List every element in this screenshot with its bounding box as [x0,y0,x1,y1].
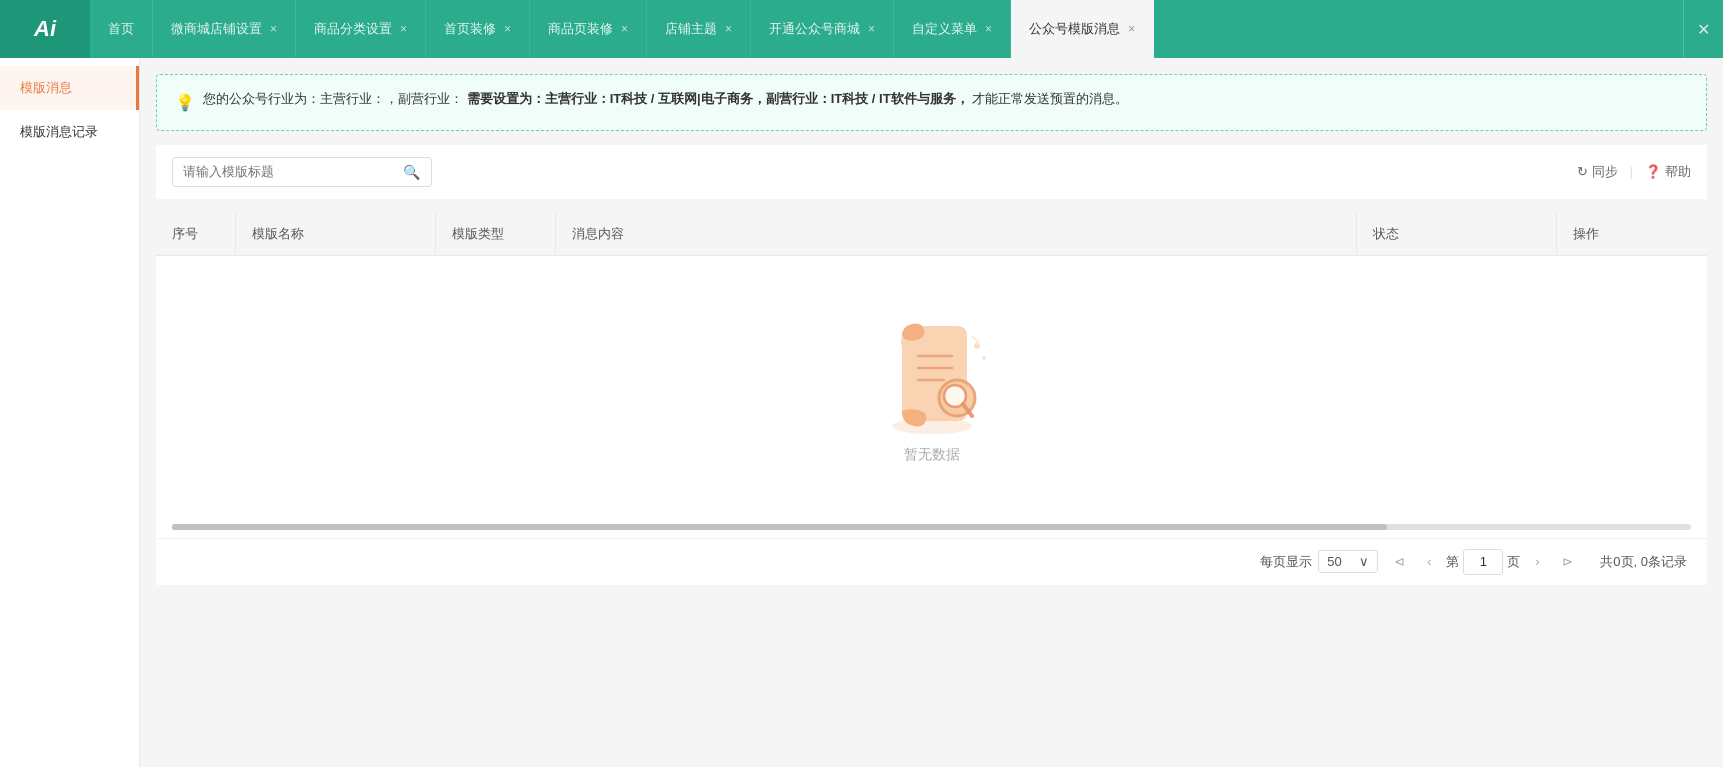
col-action: 操作 [1557,213,1707,255]
help-label: 帮助 [1665,163,1691,181]
notice-prefix: 您的公众号行业为：主营行业：，副营行业： [203,91,463,106]
sync-icon: ↻ [1577,164,1588,179]
sync-label: 同步 [1592,163,1618,181]
sidebar: 模版消息 模版消息记录 [0,58,140,767]
sync-button[interactable]: ↻ 同步 [1577,163,1618,181]
top-nav: Ai 首页 微商城店铺设置 × 商品分类设置 × 首页装修 × 商品页装修 × … [0,0,1723,58]
tab-productpage-close[interactable]: × [621,22,628,36]
pagination-buttons: ⊲ ‹ 第 页 › ⊳ [1386,549,1580,575]
svg-point-8 [982,356,986,360]
toolbar-right: ↻ 同步 | ❓ 帮助 [1577,163,1691,181]
search-button[interactable]: 🔍 [393,158,430,186]
col-status: 状态 [1357,213,1557,255]
tab-home[interactable]: 首页 [90,0,153,58]
tab-opencenter-label: 开通公众号商城 [769,20,860,38]
tab-opencenter[interactable]: 开通公众号商城 × [751,0,894,58]
notice-text: 您的公众号行业为：主营行业：，副营行业： 需要设置为：主营行业：IT科技 / 互… [203,89,1128,110]
tab-templatemsg-label: 公众号模版消息 [1029,20,1120,38]
help-icon: ❓ [1645,164,1661,179]
page-label-after: 页 [1507,553,1520,571]
dropdown-icon: ∨ [1359,554,1369,569]
sidebar-item-template-msg-label: 模版消息 [20,79,72,97]
notice-suffix: 才能正常发送预置的消息。 [972,91,1128,106]
page-label-before: 第 [1446,553,1459,571]
tab-homepage[interactable]: 首页装修 × [426,0,530,58]
tab-category-label: 商品分类设置 [314,20,392,38]
tab-category-close[interactable]: × [400,22,407,36]
page-number-input[interactable] [1463,549,1503,575]
toolbar-divider: | [1630,164,1633,179]
first-page-button[interactable]: ⊲ [1386,549,1412,575]
tab-wshop-label: 微商城店铺设置 [171,20,262,38]
toolbar: 🔍 ↻ 同步 | ❓ 帮助 [156,145,1707,199]
tab-wshop-close[interactable]: × [270,22,277,36]
last-page-button[interactable]: ⊳ [1554,549,1580,575]
tab-productpage-label: 商品页装修 [548,20,613,38]
tab-opencenter-close[interactable]: × [868,22,875,36]
prev-page-button[interactable]: ‹ [1416,549,1442,575]
page-size-value: 50 [1327,554,1341,569]
empty-illustration [872,316,992,446]
tab-category[interactable]: 商品分类设置 × [296,0,426,58]
notice-icon: 💡 [175,90,195,116]
close-all-tabs-button[interactable]: ✕ [1683,0,1723,58]
tab-templatemsg[interactable]: 公众号模版消息 × [1011,0,1154,58]
content-area: 💡 您的公众号行业为：主营行业：，副营行业： 需要设置为：主营行业：IT科技 /… [140,58,1723,767]
scrollbar-area [156,516,1707,538]
col-index: 序号 [156,213,236,255]
app-logo: Ai [0,0,90,58]
tab-productpage[interactable]: 商品页装修 × [530,0,647,58]
search-icon: 🔍 [403,164,420,180]
sidebar-item-template-msg[interactable]: 模版消息 [0,66,139,110]
tab-custommenu[interactable]: 自定义菜单 × [894,0,1011,58]
main-layout: 模版消息 模版消息记录 💡 您的公众号行业为：主营行业：，副营行业： 需要设置为… [0,58,1723,767]
page-size-label: 每页显示 [1260,553,1312,571]
tab-theme[interactable]: 店铺主题 × [647,0,751,58]
svg-point-7 [974,343,980,349]
horizontal-scrollbar[interactable] [172,524,1691,530]
col-type: 模版类型 [436,213,556,255]
notice-highlight: 需要设置为：主营行业：IT科技 / 互联网|电子商务，副营行业：IT科技 / I… [467,91,969,106]
page-size-dropdown[interactable]: 50 ∨ [1318,550,1378,573]
tab-home-label: 首页 [108,20,134,38]
table-header: 序号 模版名称 模版类型 消息内容 状态 操作 [156,213,1707,256]
page-size-select: 每页显示 50 ∨ [1260,550,1378,573]
search-input[interactable] [173,158,393,185]
tab-homepage-close[interactable]: × [504,22,511,36]
sidebar-item-template-history[interactable]: 模版消息记录 [0,110,139,154]
col-name: 模版名称 [236,213,436,255]
tab-custommenu-label: 自定义菜单 [912,20,977,38]
sidebar-item-template-history-label: 模版消息记录 [20,123,98,141]
tab-templatemsg-close[interactable]: × [1128,22,1135,36]
pagination: 每页显示 50 ∨ ⊲ ‹ 第 页 › ⊳ 共0页, 0条记录 [156,538,1707,585]
tab-theme-close[interactable]: × [725,22,732,36]
next-page-button[interactable]: › [1524,549,1550,575]
tab-homepage-label: 首页装修 [444,20,496,38]
total-info: 共0页, 0条记录 [1600,553,1687,571]
notice-box: 💡 您的公众号行业为：主营行业：，副营行业： 需要设置为：主营行业：IT科技 /… [156,74,1707,131]
tab-theme-label: 店铺主题 [665,20,717,38]
svg-line-9 [972,336,979,343]
tab-custommenu-close[interactable]: × [985,22,992,36]
empty-text: 暂无数据 [904,446,960,464]
empty-state: 暂无数据 [156,256,1707,516]
search-group: 🔍 [172,157,432,187]
help-button[interactable]: ❓ 帮助 [1645,163,1691,181]
tab-wshop[interactable]: 微商城店铺设置 × [153,0,296,58]
col-content: 消息内容 [556,213,1357,255]
table-container: 序号 模版名称 模版类型 消息内容 状态 操作 [156,213,1707,585]
nav-tabs: 首页 微商城店铺设置 × 商品分类设置 × 首页装修 × 商品页装修 × 店铺主… [90,0,1683,58]
